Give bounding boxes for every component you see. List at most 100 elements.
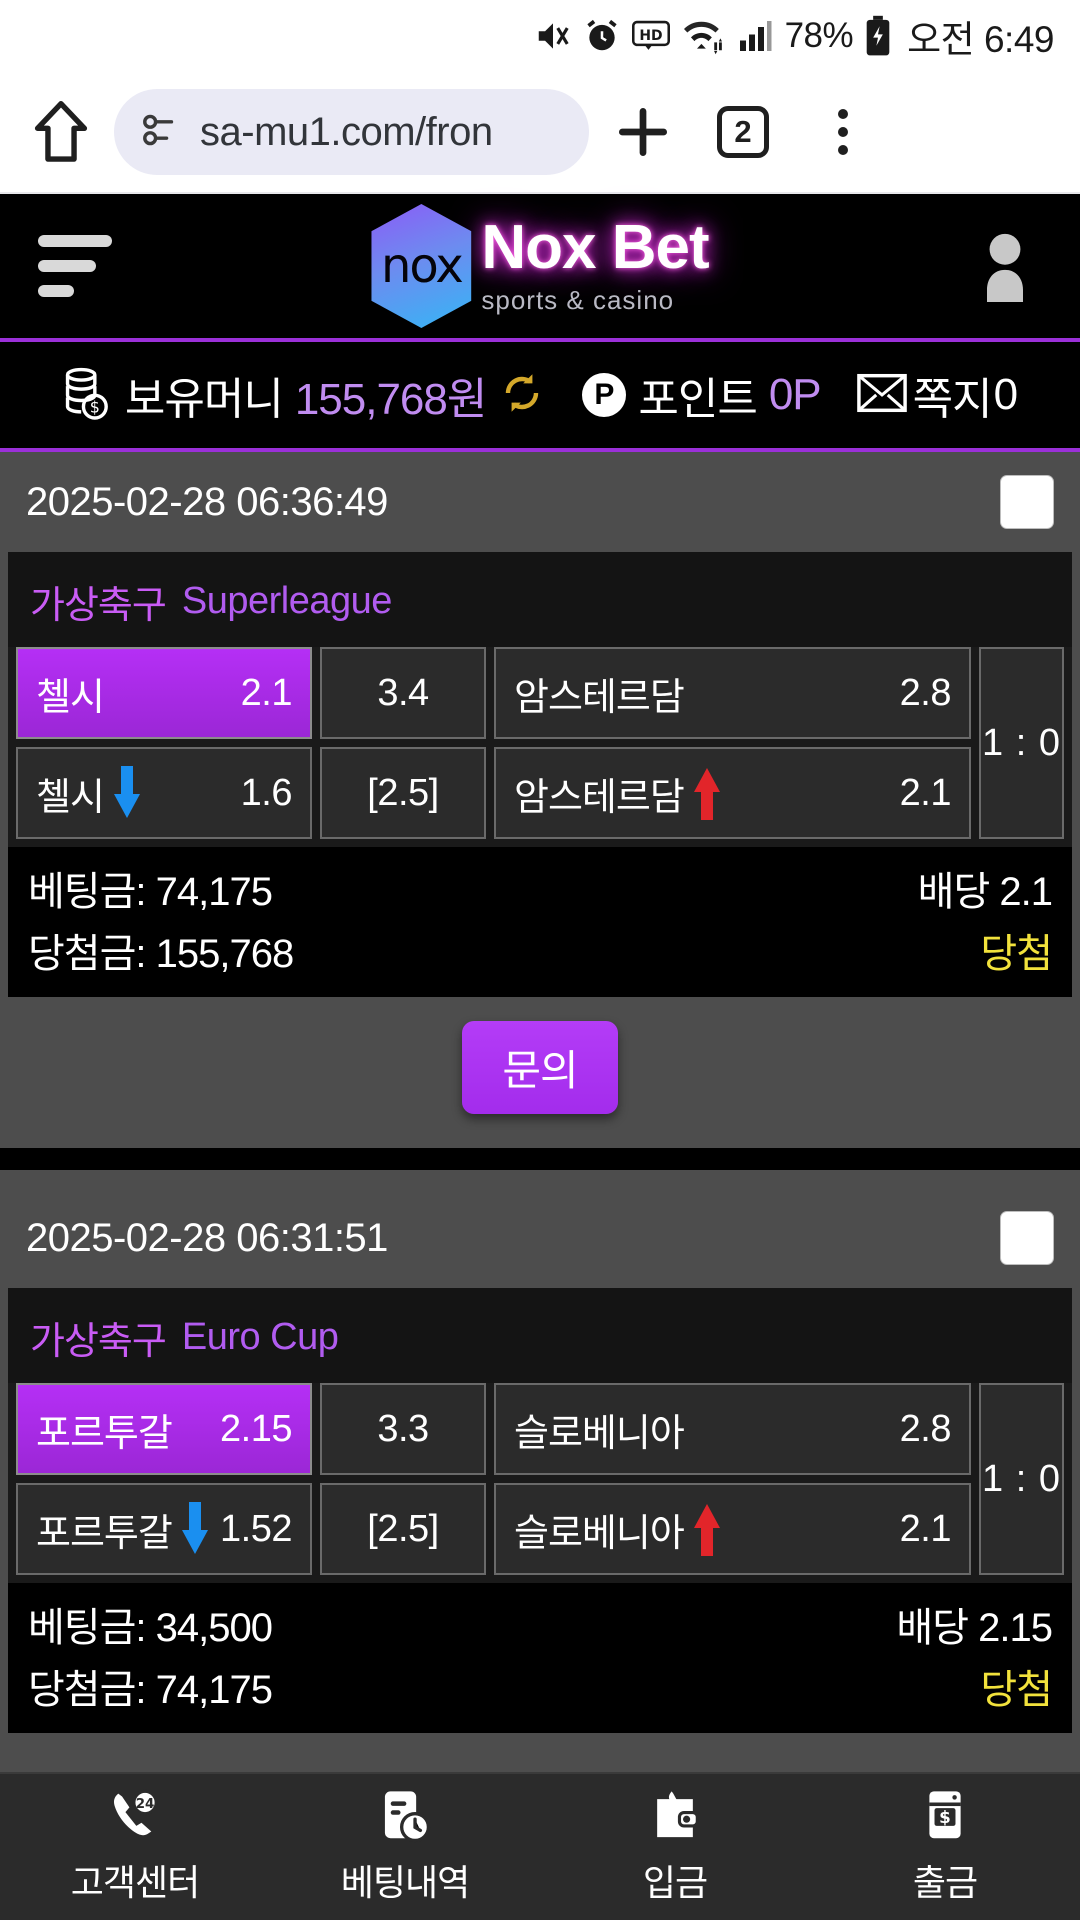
odd-away[interactable]: 슬로베니아 2.8 [494,1383,971,1475]
arrow-down-icon [113,766,140,820]
nav-customer-center[interactable]: 24 고객센터 [0,1788,270,1906]
odd-away[interactable]: 암스테르담 2.8 [494,647,971,739]
point-label: 포인트 [638,375,757,424]
bet-summary: 베팅금: 34,500 배당 2.15 당첨금: 74,175 당첨 [8,1583,1072,1733]
bet-card: 가상축구 Euro Cup 포르투갈 2.15 3.3 슬로베니아 2.8 포르… [8,1288,1072,1733]
stake-label: 베팅금: [28,870,147,914]
signal-bars-icon [736,18,774,54]
bet-summary: 베팅금: 74,175 배당 2.1 당첨금: 155,768 당첨 [8,847,1072,997]
nav-deposit[interactable]: 입금 [540,1788,810,1906]
message-group[interactable]: 쪽지 0 [839,363,1035,427]
brand-text: Nox Bet sports & casino [481,212,709,316]
result-badge: 당첨 [980,932,1053,976]
svg-text:24: 24 [136,1797,155,1812]
odd-over-away[interactable]: 암스테르담 2.1 [494,747,971,839]
overflow-menu-icon[interactable] [797,86,889,178]
nav-label: 입금 [642,1862,708,1903]
battery-percent: 78% [784,16,854,55]
team-away-label-2: 암스테르담 [514,776,685,819]
odd-under-home[interactable]: 첼시 1.6 [16,747,312,839]
payout-text: 당첨금: 74,175 [28,1657,273,1715]
logo-mark-text: nox [381,238,464,294]
tab-switcher-button[interactable]: 2 [697,86,789,178]
wallet-deposit-icon [648,1788,702,1846]
odd-home-selected[interactable]: 포르투갈 2.15 [16,1383,312,1475]
user-account-icon[interactable] [968,230,1042,302]
odd-home-selected[interactable]: 첼시 2.1 [16,647,312,739]
refresh-icon[interactable] [498,369,546,422]
wifi-icon [681,17,725,55]
browser-toolbar: sa-mu1.com/fron 2 [0,72,1080,194]
point-value: 0P [768,370,822,419]
page-info-icon[interactable] [140,112,180,153]
bet-history-list[interactable]: 2025-02-28 06:36:49 가상축구 Superleague 첼시 … [0,452,1080,1772]
money-group[interactable]: $ 보유머니 155,768원 [45,363,564,427]
address-bar[interactable]: sa-mu1.com/fron [114,89,589,175]
odd-draw[interactable]: 3.3 [320,1383,486,1475]
tab-count: 2 [717,106,769,158]
inquiry-button[interactable]: 문의 [462,1021,618,1114]
odd-over-away[interactable]: 슬로베니아 2.1 [494,1483,971,1575]
coin-stack-icon: $ [63,365,113,426]
team-home-name-2: 첼시 [36,766,140,821]
stake-label: 베팅금: [28,1606,147,1650]
odds-label: 배당 [896,1606,969,1650]
stake-text: 베팅금: 74,175 [28,859,273,917]
payout-value: 74,175 [155,1668,273,1712]
odd-line[interactable]: [2.5] [320,747,486,839]
bet-item: 2025-02-28 06:36:49 가상축구 Superleague 첼시 … [0,452,1080,1148]
draw-odd: 3.4 [377,671,429,714]
plus-icon[interactable] [597,86,689,178]
point-group[interactable]: P 포인트 0P [564,363,838,427]
odds-area: 첼시 2.1 3.4 암스테르담 2.8 첼시 1.6 [2.5] 암스테르담 … [8,647,1072,847]
svg-text:$: $ [939,1807,951,1827]
draw-odd: 3.3 [377,1407,429,1450]
nav-label: 고객센터 [70,1862,200,1903]
nav-withdraw[interactable]: $ 출금 [810,1788,1080,1906]
payout-text: 당첨금: 155,768 [28,921,294,979]
battery-charging-icon [864,15,892,57]
message-label: 쪽지 [912,375,993,424]
payout-label: 당첨금: [28,1668,147,1712]
match-score: 1 : 0 [979,1383,1064,1575]
url-text: sa-mu1.com/fron [200,109,493,154]
team-home-label-2: 첼시 [36,776,105,819]
odd-draw[interactable]: 3.4 [320,647,486,739]
point-p-icon: P [582,373,627,417]
envelope-icon [856,372,907,419]
home-icon[interactable] [22,93,100,171]
nav-bet-history[interactable]: 베팅내역 [270,1788,540,1906]
odds-area: 포르투갈 2.15 3.3 슬로베니아 2.8 포르투갈 1.52 [2.5] … [8,1383,1072,1583]
team-home-name: 첼시 [36,676,105,719]
hd-icon: HD [631,20,670,52]
sport-name: 가상축구 [30,585,167,627]
money-label: 보유머니 [124,375,284,424]
bet-select-checkbox[interactable] [1000,1211,1054,1265]
bet-date: 2025-02-28 06:36:49 [26,479,388,524]
bottom-navigation: 24 고객센터 베팅내역 입금 $ 출금 [0,1772,1080,1920]
odds-columns: 포르투갈 2.15 3.3 슬로베니아 2.8 포르투갈 1.52 [2.5] … [16,1383,971,1575]
payout-label: 당첨금: [28,932,147,976]
atm-withdraw-icon: $ [918,1788,972,1846]
hamburger-menu-icon[interactable] [38,235,112,297]
line-value: [2.5] [367,1507,439,1550]
brand-name: Nox Bet [481,212,709,282]
result-badge: 당첨 [980,1668,1053,1712]
brand-logo[interactable]: nox Nox Bet sports & casino [371,204,710,328]
inquiry-row: 문의 [0,997,1080,1148]
money-value: 155,768원 [294,375,488,424]
team-away-name-2: 암스테르담 [514,766,720,821]
bet-select-checkbox[interactable] [1000,475,1054,529]
odd-under-home[interactable]: 포르투갈 1.52 [16,1483,312,1575]
team-home-label-2: 포르투갈 [36,1512,173,1555]
bet-item: 2025-02-28 06:31:51 가상축구 Euro Cup 포르투갈 2… [0,1188,1080,1733]
nav-label: 베팅내역 [340,1862,470,1903]
odds-label: 배당 [917,870,991,914]
clock-time: 오전 6:49 [907,19,1054,60]
mute-icon [534,17,572,55]
odd-line[interactable]: [2.5] [320,1483,486,1575]
nox-hex-logo-icon: nox [371,204,472,328]
odds-text: 배당 2.1 [917,859,1053,917]
team-away-odd: 2.8 [899,1407,952,1450]
alarm-icon [583,17,621,55]
